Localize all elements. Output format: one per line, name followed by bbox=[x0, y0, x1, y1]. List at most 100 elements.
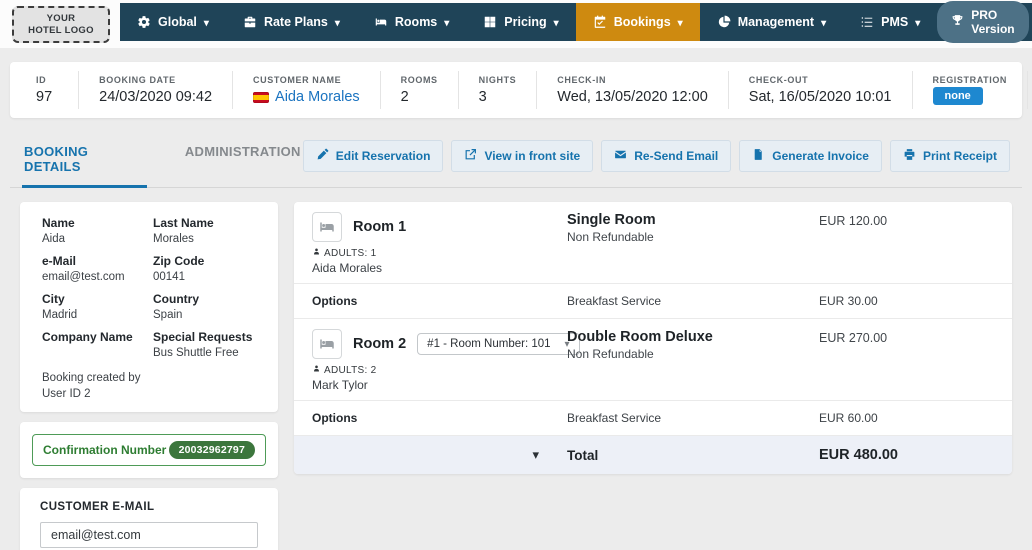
nav-item-global[interactable]: Global bbox=[120, 3, 226, 41]
adults-count: ADULTS: 1 bbox=[324, 247, 377, 259]
chevron-down-icon[interactable] bbox=[312, 446, 567, 464]
field-value: 00141 bbox=[153, 270, 185, 283]
field-label: ROOMS bbox=[400, 75, 438, 85]
nav-item-label: Management bbox=[737, 15, 815, 29]
options-row: Options Breakfast Service EUR 30.00 bbox=[294, 283, 1012, 318]
guest-field-country: Country Spain bbox=[153, 292, 256, 322]
field-label: Country bbox=[153, 292, 199, 307]
print-receipt-button[interactable]: Print Receipt bbox=[889, 139, 1010, 172]
summary-field-status: STATUS Confirmed bbox=[1027, 71, 1032, 109]
pro-version-label: PRO Version bbox=[971, 8, 1015, 36]
field-label: City bbox=[42, 292, 65, 307]
room-price: EUR 270.00 bbox=[819, 331, 888, 345]
field-value: 3 bbox=[478, 89, 487, 105]
generate-invoice-button[interactable]: Generate Invoice bbox=[739, 139, 882, 172]
summary-field-booking-date: BOOKING DATE 24/03/2020 09:42 bbox=[78, 71, 232, 109]
field-value: Sat, 16/05/2020 10:01 bbox=[748, 89, 892, 105]
edit-reservation-button[interactable]: Edit Reservation bbox=[302, 139, 444, 172]
tab-booking-details[interactable]: BOOKING DETAILS bbox=[22, 132, 147, 188]
room-number-value: #1 - Room Number: 101 bbox=[427, 338, 551, 350]
room-name: Room 1 bbox=[353, 219, 407, 235]
nav-item-pricing[interactable]: Pricing bbox=[466, 3, 575, 41]
nav-item-rooms[interactable]: Rooms bbox=[357, 3, 466, 41]
button-label: Re-Send Email bbox=[634, 148, 719, 163]
adults-count: ADULTS: 2 bbox=[324, 364, 377, 376]
field-label: ID bbox=[36, 75, 47, 85]
guest-field-special-requests: Special Requests Bus Shuttle Free bbox=[153, 330, 256, 360]
customer-email-input[interactable] bbox=[40, 522, 258, 549]
guest-details-card: Name Aida Last Name Morales e-Mail email… bbox=[20, 202, 278, 413]
field-label: CUSTOMER NAME bbox=[253, 75, 342, 85]
summary-field-check-in: CHECK-IN Wed, 13/05/2020 12:00 bbox=[536, 71, 728, 109]
logo-line1: YOUR bbox=[46, 12, 76, 24]
envelope-icon bbox=[614, 148, 627, 164]
room-header: Room 2 #1 - Room Number: 101 bbox=[312, 329, 580, 359]
nav-item-bookings[interactable]: Bookings bbox=[575, 3, 700, 41]
summary-field-rooms: ROOMS 2 bbox=[379, 71, 458, 109]
field-value: 24/03/2020 09:42 bbox=[99, 89, 213, 105]
main-content: Name Aida Last Name Morales e-Mail email… bbox=[10, 202, 1022, 550]
room-row: Room 2 #1 - Room Number: 101 ADULTS: 2 M… bbox=[294, 318, 1012, 400]
room-adults: ADULTS: 2 bbox=[312, 364, 567, 376]
room-guest-name: Mark Tylor bbox=[312, 378, 368, 392]
room-number-select[interactable]: #1 - Room Number: 101 bbox=[417, 333, 580, 355]
button-label: Print Receipt bbox=[922, 148, 997, 163]
field-value: 2 bbox=[400, 89, 409, 105]
chevron-down-icon bbox=[204, 15, 209, 29]
hotel-logo[interactable]: YOUR HOTEL LOGO bbox=[12, 6, 110, 43]
view-in-front-site-button[interactable]: View in front site bbox=[451, 139, 594, 172]
confirmation-card: Confirmation Number 20032962797 bbox=[20, 422, 278, 479]
rooms-card: Room 1 ADULTS: 1 Aida Morales Single Roo… bbox=[294, 202, 1012, 474]
action-buttons: Edit Reservation View in front site Re-S… bbox=[302, 139, 1010, 180]
tabs-and-actions-row: BOOKING DETAILS ADMINISTRATION Edit Rese… bbox=[10, 132, 1022, 188]
right-column: Room 1 ADULTS: 1 Aida Morales Single Roo… bbox=[294, 202, 1012, 474]
chevron-down-icon bbox=[915, 15, 920, 29]
spain-flag-icon bbox=[253, 91, 270, 103]
booking-summary-bar: ID 97 BOOKING DATE 24/03/2020 09:42 CUST… bbox=[10, 62, 1029, 118]
summary-field-id: ID 97 bbox=[10, 71, 78, 109]
created-by-line2: User ID 2 bbox=[42, 387, 91, 400]
resend-email-button[interactable]: Re-Send Email bbox=[601, 139, 732, 172]
field-label: Last Name bbox=[153, 216, 214, 230]
summary-field-check-out: CHECK-OUT Sat, 16/05/2020 10:01 bbox=[727, 71, 912, 109]
customer-name-link[interactable]: Aida Morales bbox=[253, 89, 360, 105]
room-1-info: Room 1 ADULTS: 1 Aida Morales bbox=[312, 212, 567, 275]
pro-version-button[interactable]: PRO Version bbox=[937, 1, 1029, 43]
field-label: Name bbox=[42, 216, 75, 230]
summary-field-nights: NIGHTS 3 bbox=[457, 71, 537, 109]
nav-item-pms[interactable]: PMS bbox=[843, 3, 937, 41]
field-value: Madrid bbox=[42, 308, 78, 321]
field-value: Aida bbox=[42, 232, 66, 245]
option-service: Breakfast Service bbox=[567, 294, 662, 308]
nav-item-label: Global bbox=[158, 15, 197, 29]
nav-item-management[interactable]: Management bbox=[700, 3, 843, 41]
chevron-down-icon bbox=[554, 15, 559, 29]
field-value: email@test.com bbox=[42, 270, 125, 283]
guest-fields-grid: Name Aida Last Name Morales e-Mail email… bbox=[42, 216, 256, 360]
option-price: EUR 30.00 bbox=[819, 294, 878, 308]
summary-field-registration: REGISTRATION none bbox=[911, 71, 1028, 109]
field-label: CHECK-OUT bbox=[748, 75, 809, 85]
guest-field-zip: Zip Code 00141 bbox=[153, 254, 256, 284]
field-label: NIGHTS bbox=[478, 75, 517, 85]
left-column: Name Aida Last Name Morales e-Mail email… bbox=[20, 202, 278, 550]
button-label: Generate Invoice bbox=[772, 148, 869, 163]
rate-plan: Non Refundable bbox=[567, 347, 654, 361]
total-label: Total bbox=[567, 447, 599, 463]
option-price: EUR 60.00 bbox=[819, 411, 878, 425]
confirmation-box: Confirmation Number 20032962797 bbox=[32, 434, 266, 467]
logo-line2: HOTEL LOGO bbox=[28, 24, 94, 36]
room-adults: ADULTS: 1 bbox=[312, 247, 567, 259]
field-label: Special Requests bbox=[153, 330, 253, 345]
options-label: Options bbox=[312, 294, 358, 308]
bed-icon bbox=[312, 212, 342, 242]
rate-plan: Non Refundable bbox=[567, 230, 654, 244]
chevron-down-icon bbox=[821, 15, 826, 29]
room-2-info: Room 2 #1 - Room Number: 101 ADULTS: 2 M… bbox=[312, 329, 580, 392]
calendar-check-icon bbox=[593, 15, 607, 29]
tab-administration[interactable]: ADMINISTRATION bbox=[183, 132, 303, 187]
nav-item-label: PMS bbox=[881, 15, 909, 29]
nav-item-rate-plans[interactable]: Rate Plans bbox=[226, 3, 357, 41]
summary-field-customer-name: CUSTOMER NAME Aida Morales bbox=[232, 71, 380, 109]
field-label: REGISTRATION bbox=[932, 75, 1008, 85]
